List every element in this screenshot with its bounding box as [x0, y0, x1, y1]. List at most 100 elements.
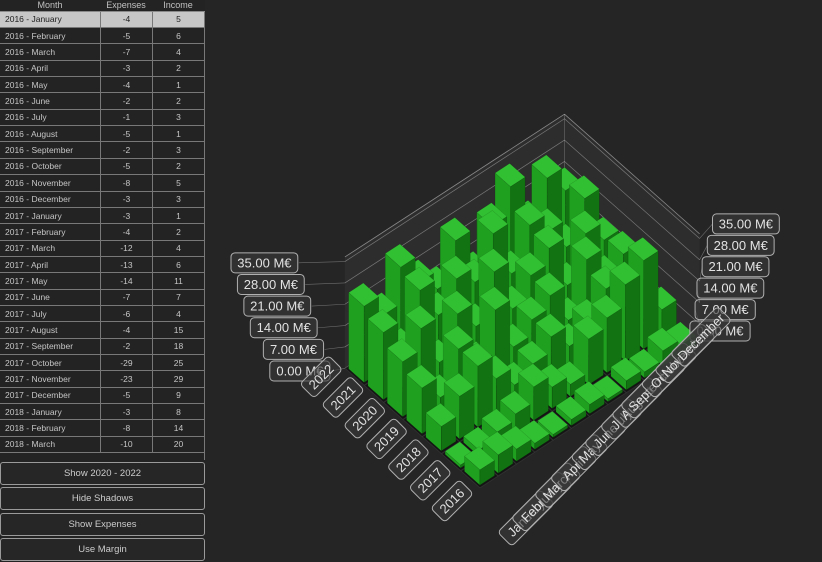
col-header-expenses: Expenses	[106, 0, 146, 11]
table-row[interactable]: 2017 - December -5 9	[0, 387, 205, 404]
value-axis-label-right: 21.00 M€	[701, 256, 770, 278]
cell-income: 6	[152, 28, 204, 44]
cell-income: 25	[152, 354, 204, 371]
cell-expenses: -7	[100, 44, 152, 60]
left-axis-tick	[311, 303, 345, 307]
value-axis-label-right-text: 35.00 M€	[719, 216, 774, 231]
cell-expenses: -12	[100, 240, 152, 256]
cell-expenses: -10	[100, 436, 152, 452]
table-row[interactable]: 2016 - August -5 1	[0, 126, 205, 143]
cell-month: 2017 - March	[5, 243, 56, 254]
cell-month: 2017 - December	[5, 390, 71, 401]
table-row[interactable]: 2016 - December -3 3	[0, 191, 205, 208]
cell-expenses: -29	[100, 354, 152, 371]
cell-expenses: -4	[100, 77, 152, 93]
table-row[interactable]: 2017 - February -4 2	[0, 224, 205, 241]
table-row[interactable]: 2017 - November -23 29	[0, 371, 205, 388]
cell-month: 2017 - May	[5, 275, 48, 286]
value-axis-label-left-text: 14.00 M€	[257, 320, 312, 335]
cell-month: 2016 - November	[5, 177, 71, 188]
cell-income: 9	[152, 387, 204, 403]
table-row[interactable]: 2017 - June -7 7	[0, 289, 205, 306]
cell-month: 2017 - February	[5, 226, 66, 237]
table-row[interactable]: 2016 - September -2 3	[0, 142, 205, 159]
table-row[interactable]: 2017 - April -13 6	[0, 256, 205, 274]
use-margin-button[interactable]: Use Margin	[0, 538, 205, 561]
table-row[interactable]: 2016 - January -4 5	[0, 11, 205, 29]
hide-shadows-button[interactable]: Hide Shadows	[0, 487, 205, 510]
cell-expenses: -6	[100, 305, 152, 322]
cell-month: 2018 - February	[5, 422, 66, 433]
cell-income: 5	[152, 175, 204, 191]
table-row[interactable]: 2016 - June -2 2	[0, 93, 205, 110]
cell-income: 1	[152, 77, 204, 93]
cell-income: 4	[152, 44, 204, 60]
cell-expenses: -8	[100, 420, 152, 436]
show-expenses-button[interactable]: Show Expenses	[0, 512, 205, 536]
cell-expenses: -2	[100, 93, 152, 109]
value-axis-label-left: 14.00 M€	[249, 317, 318, 339]
table-row[interactable]: 2017 - May -14 11	[0, 273, 205, 290]
table-row[interactable]: 2018 - February -8 14	[0, 420, 205, 437]
cell-month: 2016 - May	[5, 79, 48, 90]
cell-income: 3	[152, 109, 204, 126]
cell-expenses: -5	[100, 28, 152, 44]
table-row[interactable]: 2017 - January -3 1	[0, 207, 205, 225]
table-row[interactable]: 2017 - March -12 4	[0, 240, 205, 257]
table-row[interactable]: 2017 - October -29 25	[0, 354, 205, 372]
table-row[interactable]: 2017 - July -6 4	[0, 305, 205, 323]
cell-expenses: -5	[100, 158, 152, 175]
table-row[interactable]: 2018 - March -10 20	[0, 436, 205, 453]
table-row[interactable]: 2016 - March -7 4	[0, 44, 205, 61]
table-row[interactable]: 2016 - July -1 3	[0, 109, 205, 127]
left-axis-tick	[324, 346, 345, 350]
cell-income: 8	[152, 403, 204, 420]
cell-month: 2017 - June	[5, 292, 50, 303]
cell-month: 2016 - March	[5, 47, 56, 58]
cell-income: 1	[152, 207, 204, 224]
cell-month: 2016 - September	[5, 145, 74, 156]
cell-month: 2016 - January	[5, 14, 62, 25]
table-row[interactable]: 2016 - May -4 1	[0, 77, 205, 94]
cell-income: 1	[152, 126, 204, 142]
cell-month: 2017 - October	[5, 357, 62, 368]
table-row[interactable]: 2016 - October -5 2	[0, 158, 205, 176]
show-years-button[interactable]: Show 2020 - 2022	[0, 461, 205, 485]
cell-month: 2017 - August	[5, 324, 58, 335]
table-body: 2016 - January -4 5 2016 - February -5 6 2016 …	[0, 11, 205, 453]
cell-month: 2016 - December	[5, 194, 71, 205]
left-axis-tick	[318, 325, 345, 329]
cell-month: 2017 - January	[5, 210, 62, 221]
table-row[interactable]: 2017 - September -2 18	[0, 338, 205, 355]
value-axis-label-left-text: 35.00 M€	[237, 255, 292, 270]
cell-income: 15	[152, 322, 204, 338]
value-axis-label-right: 14.00 M€	[696, 277, 765, 299]
col-header-month: Month	[37, 0, 63, 11]
cell-income: 2	[152, 158, 204, 175]
value-axis-label-left: 21.00 M€	[243, 295, 312, 317]
cell-expenses: -4	[100, 224, 152, 240]
value-axis-label-right: 35.00 M€	[712, 213, 780, 235]
cell-expenses: -3	[100, 191, 152, 207]
table-row[interactable]: 2016 - February -5 6	[0, 28, 205, 45]
chart-panel: 0.00 M€ 7.00 M€ 14.00 M€ 21.00 M€ 28.00 M€ 35…	[205, 0, 822, 562]
table-row[interactable]: 2017 - August -4 15	[0, 322, 205, 339]
value-axis-label-right-text: 14.00 M€	[703, 281, 758, 296]
value-axis-label-left: 35.00 M€	[230, 252, 299, 274]
cell-income: 3	[152, 191, 204, 207]
cell-income: 18	[152, 338, 204, 354]
value-axis-label-left-text: 7.00 M€	[270, 342, 318, 357]
table-row[interactable]: 2016 - November -8 5	[0, 175, 205, 192]
col-header-income: Income	[163, 0, 193, 11]
chart-canvas[interactable]: 0.00 M€7.00 M€14.00 M€21.00 M€28.00 M€35…	[205, 0, 822, 562]
cell-month: 2018 - March	[5, 439, 56, 450]
table-row[interactable]: 2016 - April -3 2	[0, 60, 205, 78]
cell-expenses: -13	[100, 256, 152, 273]
cell-expenses: -3	[100, 207, 152, 224]
cell-expenses: -4	[100, 322, 152, 338]
table-header: Month Expenses Income	[0, 0, 205, 12]
table-row[interactable]: 2018 - January -3 8	[0, 403, 205, 421]
cell-expenses: -4	[100, 11, 152, 28]
cell-month: 2017 - September	[5, 341, 74, 352]
cell-month: 2017 - November	[5, 373, 71, 384]
